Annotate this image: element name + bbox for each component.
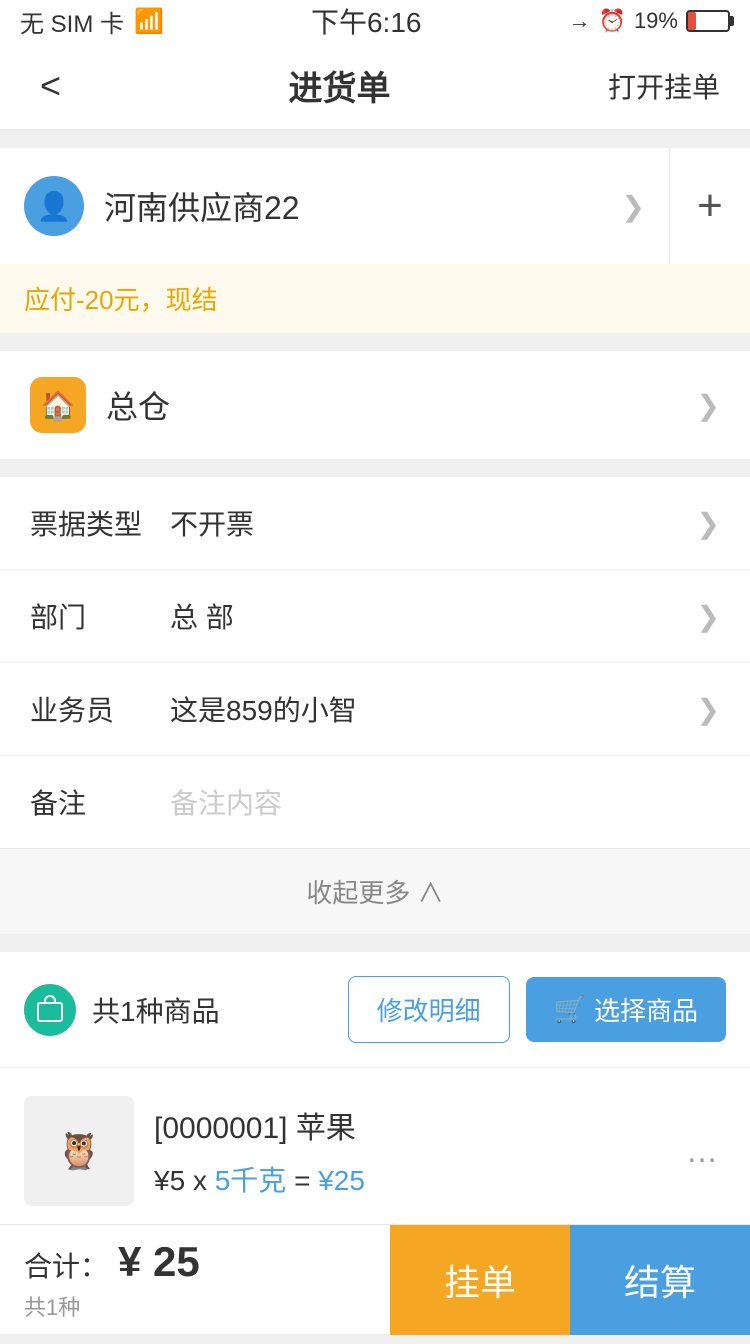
invoice-type-row[interactable]: 票据类型 不开票 ❯ bbox=[0, 477, 750, 570]
warehouse-chevron-icon: ❯ bbox=[697, 389, 720, 422]
department-value: 总 部 bbox=[150, 596, 697, 636]
salesperson-label: 业务员 bbox=[30, 689, 150, 729]
department-row[interactable]: 部门 总 部 ❯ bbox=[0, 570, 750, 663]
product-price: ¥5 x 5千克 = ¥25 bbox=[154, 1159, 658, 1199]
department-chevron-icon: ❯ bbox=[697, 600, 720, 633]
warehouse-row[interactable]: 🏠 总仓 ❯ bbox=[0, 351, 750, 459]
total-main: 合计： ¥ 25 bbox=[24, 1238, 366, 1286]
invoice-type-label: 票据类型 bbox=[30, 503, 150, 543]
wifi-icon: 📶 bbox=[134, 7, 164, 36]
product-more-button[interactable]: … bbox=[678, 1125, 726, 1178]
alarm-icon: ⏰ bbox=[599, 8, 626, 34]
supplier-name: 河南供应商22 bbox=[104, 183, 602, 229]
add-supplier-button[interactable]: + bbox=[670, 148, 750, 264]
supplier-section: 👤 河南供应商22 ❯ + bbox=[0, 148, 750, 264]
owl-logo: 🦉 bbox=[57, 1130, 102, 1172]
salesperson-chevron-icon: ❯ bbox=[697, 693, 720, 726]
collapse-toggle[interactable]: 收起更多 ∧ bbox=[0, 848, 750, 934]
product-info: [0000001] 苹果 ¥5 x 5千克 = ¥25 bbox=[154, 1103, 658, 1199]
salesperson-value: 这是859的小智 bbox=[150, 689, 697, 729]
total-section: 合计： ¥ 25 共1种 bbox=[0, 1238, 390, 1322]
supplier-avatar: 👤 bbox=[24, 176, 84, 236]
back-button[interactable]: < bbox=[30, 55, 71, 117]
remark-row[interactable]: 备注 备注内容 bbox=[0, 756, 750, 848]
total-sub: 共1种 bbox=[24, 1290, 366, 1322]
settle-button[interactable]: 结算 bbox=[570, 1225, 750, 1335]
battery-icon bbox=[686, 10, 730, 32]
status-bar: 无 SIM 卡 📶 下午6:16 → ⏰ 19% bbox=[0, 0, 750, 42]
battery-label: 19% bbox=[634, 8, 678, 34]
total-label: 合计： bbox=[24, 1245, 108, 1285]
nav-bar: < 进货单 打开挂单 bbox=[0, 42, 750, 130]
cart-icon: 🛒 bbox=[554, 994, 586, 1025]
products-icon bbox=[24, 984, 76, 1036]
page-title: 进货单 bbox=[289, 61, 391, 110]
supplier-row[interactable]: 👤 河南供应商22 ❯ bbox=[0, 148, 670, 264]
remark-input[interactable]: 备注内容 bbox=[150, 782, 720, 822]
edit-detail-button[interactable]: 修改明细 bbox=[348, 976, 510, 1043]
carrier-label: 无 SIM 卡 bbox=[20, 4, 124, 39]
open-hang-button[interactable]: 打开挂单 bbox=[608, 66, 720, 106]
product-item: 🦉 [0000001] 苹果 ¥5 x 5千克 = ¥25 … bbox=[0, 1068, 750, 1234]
location-icon: → bbox=[569, 8, 591, 34]
product-name: [0000001] 苹果 bbox=[154, 1103, 658, 1147]
payment-hint: 应付-20元，现结 bbox=[0, 264, 750, 333]
warehouse-name: 总仓 bbox=[106, 382, 677, 428]
status-right: → ⏰ 19% bbox=[569, 8, 730, 34]
products-section: 共1种商品 修改明细 🛒 选择商品 🦉 [0000001] 苹果 ¥5 x 5千… bbox=[0, 952, 750, 1234]
select-product-button[interactable]: 🛒 选择商品 bbox=[526, 977, 726, 1042]
hang-button[interactable]: 挂单 bbox=[390, 1225, 570, 1335]
department-label: 部门 bbox=[30, 596, 150, 636]
warehouse-section: 🏠 总仓 ❯ bbox=[0, 351, 750, 459]
status-left: 无 SIM 卡 📶 bbox=[20, 4, 164, 39]
warehouse-icon: 🏠 bbox=[30, 377, 86, 433]
products-count: 共1种商品 bbox=[92, 990, 332, 1030]
supplier-chevron-icon: ❯ bbox=[622, 190, 645, 223]
status-time: 下午6:16 bbox=[311, 1, 422, 41]
remark-label: 备注 bbox=[30, 782, 150, 822]
invoice-type-value: 不开票 bbox=[150, 503, 697, 543]
invoice-chevron-icon: ❯ bbox=[697, 507, 720, 540]
product-thumbnail: 🦉 bbox=[24, 1096, 134, 1206]
form-section: 票据类型 不开票 ❯ 部门 总 部 ❯ 业务员 这是859的小智 ❯ 备注 备注… bbox=[0, 477, 750, 848]
products-header: 共1种商品 修改明细 🛒 选择商品 bbox=[0, 952, 750, 1068]
total-amount: ¥ 25 bbox=[118, 1238, 200, 1286]
bottom-bar: 合计： ¥ 25 共1种 挂单 结算 bbox=[0, 1224, 750, 1334]
salesperson-row[interactable]: 业务员 这是859的小智 ❯ bbox=[0, 663, 750, 756]
battery-fill bbox=[688, 12, 696, 30]
